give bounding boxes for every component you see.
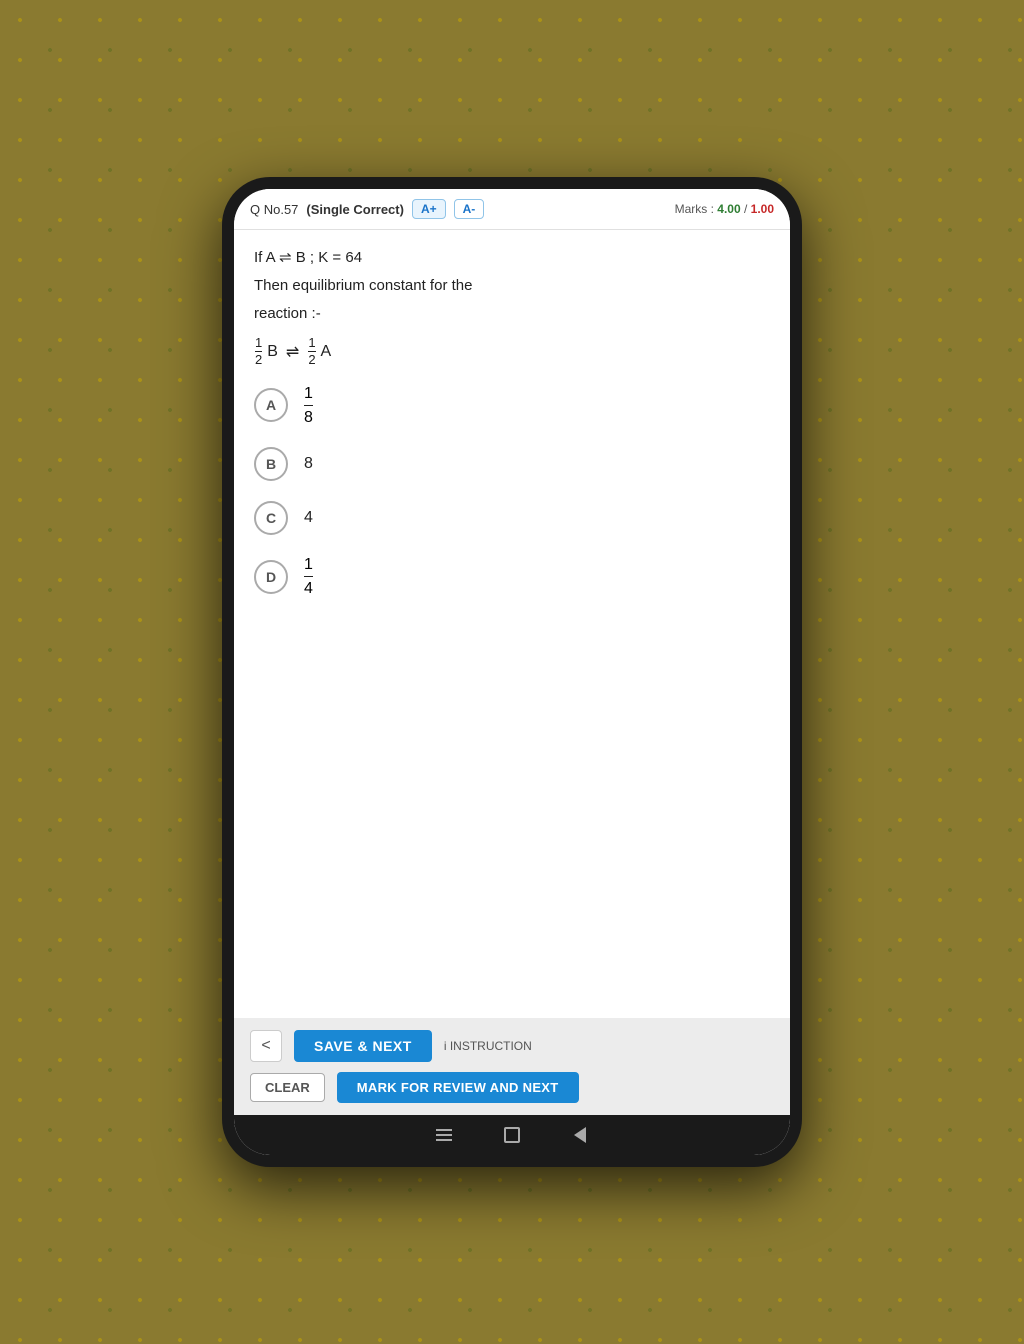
header-bar: Q No.57 (Single Correct) A+ A- Marks : 4… [234,189,790,230]
nav-menu-button[interactable] [434,1125,454,1145]
reaction-left-fraction: 1 2 [255,336,262,368]
reaction-equation: 1 2 B ⇌ 1 2 A [254,336,770,368]
reaction-left-variable: B [267,343,278,361]
bottom-row-2: CLEAR MARK FOR REVIEW AND NEXT [250,1072,774,1103]
option-c-value: 4 [304,509,313,527]
option-d-circle[interactable]: D [254,560,288,594]
question-content: If A ⇌ B ; K = 64 Then equilibrium const… [234,230,790,1018]
option-d-row[interactable]: D 1 4 [254,555,770,598]
option-a-denominator: 8 [304,406,313,427]
mark-review-button[interactable]: MARK FOR REVIEW AND NEXT [337,1072,579,1103]
question-line1: If A ⇌ B ; K = 64 [254,246,770,270]
option-c-circle[interactable]: C [254,501,288,535]
clear-button[interactable]: CLEAR [250,1073,325,1102]
option-a-numerator: 1 [304,384,313,406]
equilibrium-arrow: ⇌ [286,342,299,362]
option-a-circle[interactable]: A [254,388,288,422]
bottom-bar: < SAVE & NEXT i INSTRUCTION CLEAR MARK F… [234,1018,790,1115]
reaction-left-numerator: 1 [255,336,262,352]
question-line2: Then equilibrium constant for the [254,274,770,298]
option-b-value: 8 [304,455,313,473]
back-icon [574,1127,586,1143]
option-a-value: 1 8 [304,384,313,427]
question-text: If A ⇌ B ; K = 64 Then equilibrium const… [254,246,770,326]
font-increase-button[interactable]: A+ [412,199,446,219]
save-next-button[interactable]: SAVE & NEXT [294,1030,432,1062]
option-a-row[interactable]: A 1 8 [254,384,770,427]
reaction-right-fraction: 1 2 [308,336,315,368]
marks-positive: 4.00 [717,202,740,216]
option-b-row[interactable]: B 8 [254,447,770,481]
option-d-denominator: 4 [304,577,313,598]
reaction-left-denominator: 2 [255,352,262,367]
question-type: (Single Correct) [306,202,404,217]
instruction-button[interactable]: i INSTRUCTION [444,1039,532,1053]
option-c-row[interactable]: C 4 [254,501,770,535]
back-button[interactable]: < [250,1030,282,1062]
option-b-circle[interactable]: B [254,447,288,481]
marks-info: Marks : 4.00 / 1.00 [675,202,774,216]
question-number: Q No.57 [250,202,298,217]
option-a-label: A [266,397,276,413]
phone-screen: Q No.57 (Single Correct) A+ A- Marks : 4… [234,189,790,1155]
font-decrease-button[interactable]: A- [454,199,485,219]
option-b-label: B [266,456,276,472]
option-c-label: C [266,510,276,526]
bottom-row-1: < SAVE & NEXT i INSTRUCTION [250,1030,774,1062]
options-list: A 1 8 B 8 C [254,384,770,599]
option-d-label: D [266,569,276,585]
marks-negative: 1.00 [751,202,774,216]
phone-device: Q No.57 (Single Correct) A+ A- Marks : 4… [222,177,802,1167]
option-d-value: 1 4 [304,555,313,598]
question-line3: reaction :- [254,302,770,326]
reaction-right-numerator: 1 [308,336,315,352]
option-d-numerator: 1 [304,555,313,577]
menu-icon [436,1129,452,1141]
reaction-right-denominator: 2 [308,352,315,367]
nav-back-button[interactable] [570,1125,590,1145]
nav-home-button[interactable] [502,1125,522,1145]
marks-label-text: Marks : [675,202,714,216]
reaction-right-variable: A [321,343,332,361]
android-nav-bar [234,1115,790,1155]
marks-separator: / [744,202,751,216]
home-icon [504,1127,520,1143]
